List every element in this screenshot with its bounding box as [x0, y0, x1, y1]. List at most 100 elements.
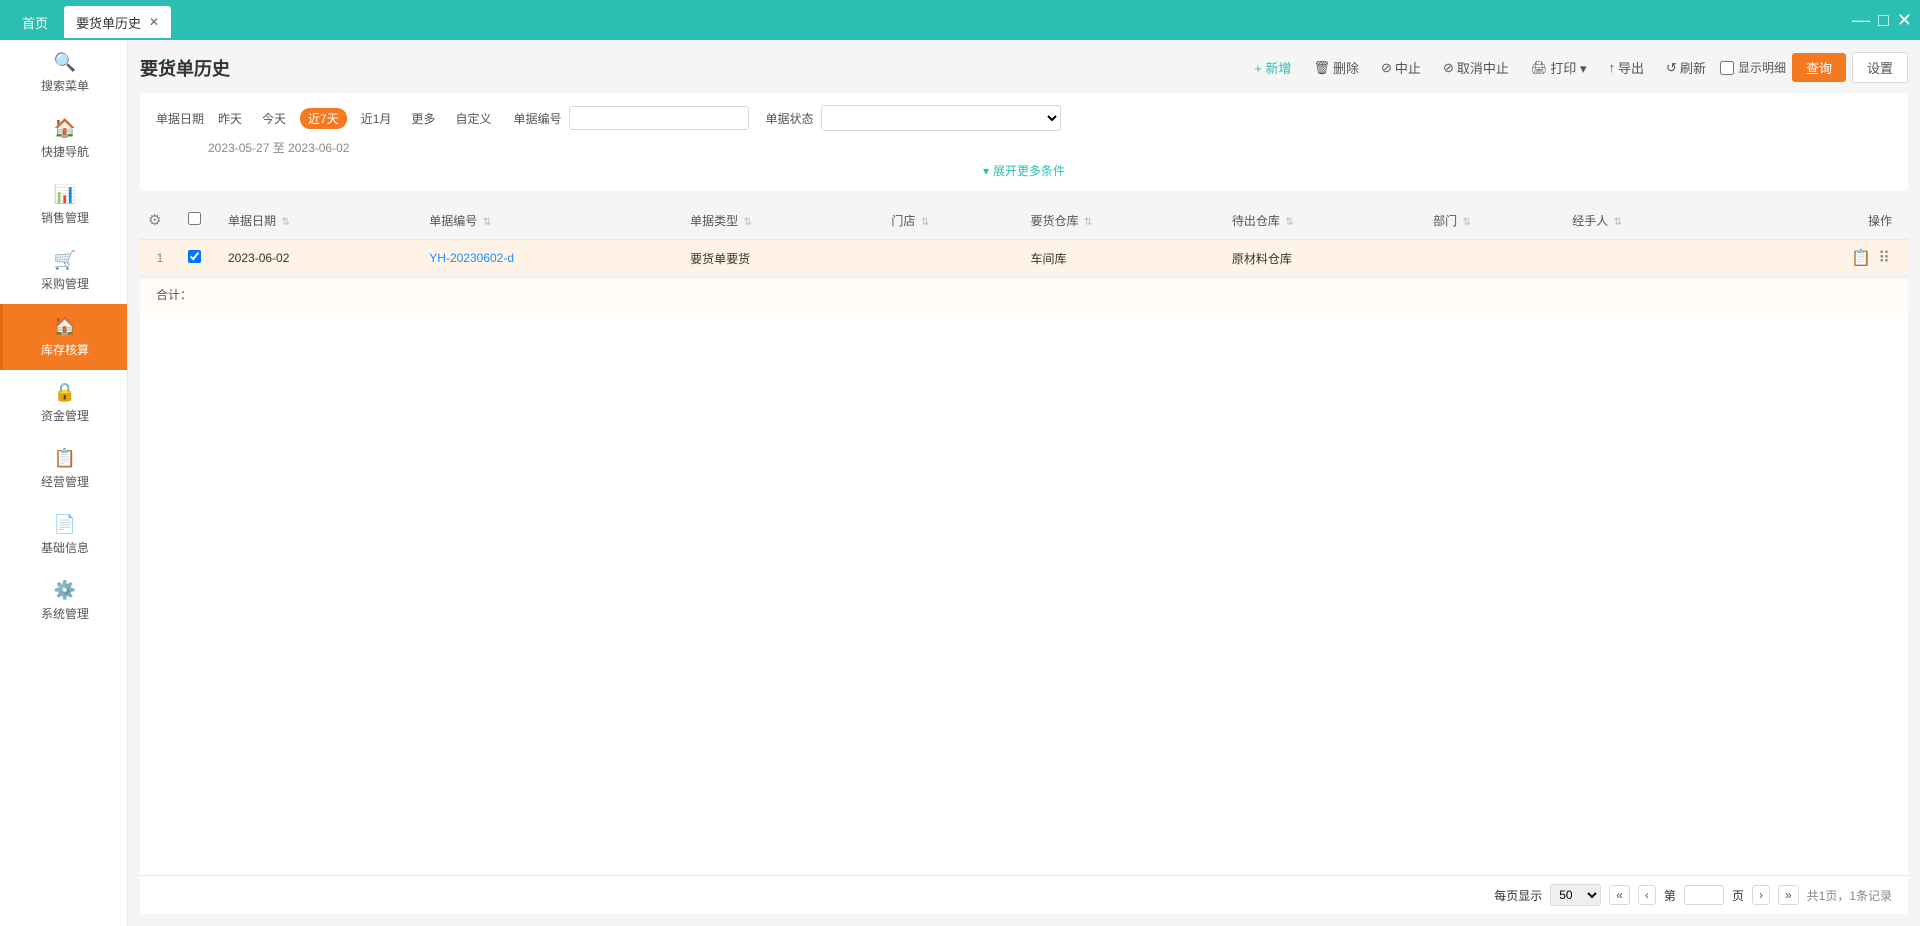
sidebar-item-label-quick: 快捷导航 — [41, 143, 89, 160]
purchase-mgmt-icon: 🛒 — [54, 250, 76, 271]
show-detail-checkbox[interactable] — [1720, 61, 1734, 75]
sort-pendingwarehouse-icon[interactable]: ⇅ — [1285, 217, 1293, 228]
show-detail-toggle[interactable]: 显示明细 — [1720, 59, 1786, 76]
sidebar-item-label-finance: 资金管理 — [41, 407, 89, 424]
export-label: 导出 — [1618, 58, 1644, 77]
tab-close-icon[interactable]: ✕ — [149, 15, 159, 29]
sys-mgmt-icon: ⚙️ — [54, 580, 76, 601]
show-detail-label: 显示明细 — [1738, 59, 1786, 76]
filter-row-1: 单据日期 昨天 今天 近7天 近1月 更多 自定义 单据编号 单据状态 — [156, 105, 1892, 131]
settings-button[interactable]: 设置 — [1852, 52, 1908, 83]
stop-icon: ⊘ — [1381, 60, 1392, 76]
row-reqwarehouse: 车间库 — [1023, 240, 1224, 277]
row-handler — [1564, 240, 1734, 277]
row-doctype: 要货单要货 — [682, 240, 883, 277]
print-label: 打印 ▾ — [1550, 58, 1586, 77]
quick-nav-icon: 🏠 — [54, 118, 76, 139]
last-page-btn[interactable]: » — [1778, 885, 1799, 905]
sidebar-item-ops-mgmt[interactable]: 📋 经营管理 — [0, 436, 127, 502]
maximize-icon[interactable]: □ — [1878, 10, 1889, 31]
query-button[interactable]: 查询 — [1792, 53, 1846, 82]
sidebar-item-label-inventory: 库存核算 — [41, 341, 89, 358]
docno-input[interactable] — [569, 106, 749, 130]
date-btn-1month[interactable]: 近1月 — [355, 108, 398, 129]
page-size-select[interactable]: 50 100 200 — [1550, 884, 1601, 906]
sort-store-icon[interactable]: ⇅ — [921, 217, 929, 228]
tab-requisition-label: 要货单历史 — [76, 13, 141, 32]
sidebar-item-sales-mgmt[interactable]: 📊 销售管理 — [0, 172, 127, 238]
status-select[interactable] — [821, 105, 1061, 131]
stop-button[interactable]: ⊘ 中止 — [1373, 54, 1429, 81]
main-layout: 🔍 搜索菜单 🏠 快捷导航 📊 销售管理 🛒 采购管理 🏠 库存核算 🔒 资金管… — [0, 40, 1920, 926]
refresh-button[interactable]: ↺ 刷新 — [1658, 54, 1714, 81]
delete-button[interactable]: 🗑 删除 — [1305, 54, 1367, 81]
sidebar-item-finance-mgmt[interactable]: 🔒 资金管理 — [0, 370, 127, 436]
minimize-icon[interactable]: — — [1852, 10, 1870, 31]
sort-docno-icon[interactable]: ⇅ — [483, 217, 491, 228]
total-info: 共1页，1条记录 — [1807, 887, 1892, 904]
sidebar-item-purchase-mgmt[interactable]: 🛒 采购管理 — [0, 238, 127, 304]
sort-date-icon[interactable]: ⇅ — [281, 217, 289, 228]
content-area: 要货单历史 + 新增 🗑 删除 ⊘ 中止 ⊘ 取消中止 🖨 打印 ▾ — [128, 40, 1920, 926]
sort-doctype-icon[interactable]: ⇅ — [743, 217, 751, 228]
date-btn-custom[interactable]: 自定义 — [449, 108, 497, 129]
date-btn-today[interactable]: 今天 — [256, 108, 292, 129]
status-filter-label: 单据状态 — [765, 110, 813, 127]
col-store: 门店 ⇅ — [883, 201, 1022, 240]
tab-requisition-history[interactable]: 要货单历史 ✕ — [64, 6, 171, 38]
sort-dept-icon[interactable]: ⇅ — [1463, 217, 1471, 228]
table-row: 1 2023-06-02 YH-20230602-d 要货单要货 车间库 原材料… — [140, 240, 1908, 277]
sidebar-item-label-sales: 销售管理 — [41, 209, 89, 226]
col-pendingwarehouse: 待出仓库 ⇅ — [1224, 201, 1425, 240]
docno-filter: 单据编号 — [513, 106, 749, 130]
row-checkbox[interactable] — [188, 250, 201, 263]
row-pendingwarehouse: 原材料仓库 — [1224, 240, 1425, 277]
export-button[interactable]: ↑ 导出 — [1601, 54, 1653, 81]
new-button[interactable]: + 新增 — [1246, 54, 1299, 81]
col-reqwarehouse: 要货仓库 ⇅ — [1023, 201, 1224, 240]
row-dept — [1425, 240, 1564, 277]
date-filter-label: 单据日期 — [156, 110, 204, 127]
table-header-row: ⚙ 单据日期 ⇅ 单据编号 ⇅ — [140, 201, 1908, 240]
col-handler: 经手人 ⇅ — [1564, 201, 1734, 240]
status-filter: 单据状态 — [765, 105, 1061, 131]
sidebar-item-sys-mgmt[interactable]: ⚙️ 系统管理 — [0, 568, 127, 634]
table-settings-icon[interactable]: ⚙ — [148, 212, 161, 229]
row-ops: 📋 ⠿ — [1735, 240, 1908, 277]
first-page-btn[interactable]: « — [1609, 885, 1630, 905]
cancel-stop-button[interactable]: ⊘ 取消中止 — [1435, 54, 1517, 81]
pagination-bar: 每页显示 50 100 200 « ‹ 第 1 页 › » 共1页，1条记录 — [140, 875, 1908, 914]
page-input[interactable]: 1 — [1684, 885, 1724, 905]
delete-icon: 🗑 — [1313, 60, 1330, 76]
sort-handler-icon[interactable]: ⇅ — [1614, 217, 1622, 228]
print-button[interactable]: 🖨 打印 ▾ — [1523, 54, 1595, 81]
page-suffix: 页 — [1732, 887, 1744, 904]
more-op-icon[interactable]: ⠿ — [1878, 250, 1890, 267]
view-op-icon[interactable]: 📋 — [1851, 250, 1871, 267]
table-footer: 合计： — [140, 277, 1908, 311]
tab-home-label: 首页 — [22, 13, 48, 32]
date-btn-7days[interactable]: 近7天 — [300, 108, 347, 129]
date-btn-yesterday[interactable]: 昨天 — [212, 108, 248, 129]
header-actions: + 新增 🗑 删除 ⊘ 中止 ⊘ 取消中止 🖨 打印 ▾ — [1246, 52, 1908, 83]
page-header: 要货单历史 + 新增 🗑 删除 ⊘ 中止 ⊘ 取消中止 🖨 打印 ▾ — [140, 52, 1908, 83]
sidebar-item-search-menu[interactable]: 🔍 搜索菜单 — [0, 40, 127, 106]
sidebar-item-base-info[interactable]: 📄 基础信息 — [0, 502, 127, 568]
row-store — [883, 240, 1022, 277]
expand-more-btn[interactable]: ▾ 展开更多条件 — [156, 162, 1892, 179]
tab-home[interactable]: 首页 — [10, 6, 60, 38]
docno-link[interactable]: YH-20230602-d — [429, 251, 514, 265]
next-page-btn[interactable]: › — [1752, 885, 1770, 905]
sort-reqwarehouse-icon[interactable]: ⇅ — [1084, 217, 1092, 228]
date-btn-more[interactable]: 更多 — [405, 108, 441, 129]
sidebar-item-label-search: 搜索菜单 — [41, 77, 89, 94]
select-all-checkbox[interactable] — [188, 212, 201, 225]
prev-page-btn[interactable]: ‹ — [1638, 885, 1656, 905]
sidebar-item-inventory[interactable]: 🏠 库存核算 — [0, 304, 127, 370]
filter-bar: 单据日期 昨天 今天 近7天 近1月 更多 自定义 单据编号 单据状态 — [140, 93, 1908, 191]
sidebar-item-quick-nav[interactable]: 🏠 快捷导航 — [0, 106, 127, 172]
cancel-stop-label: 取消中止 — [1457, 58, 1509, 77]
refresh-icon: ↺ — [1666, 60, 1677, 76]
close-window-icon[interactable]: ✕ — [1897, 10, 1912, 31]
docno-filter-label: 单据编号 — [513, 110, 561, 127]
